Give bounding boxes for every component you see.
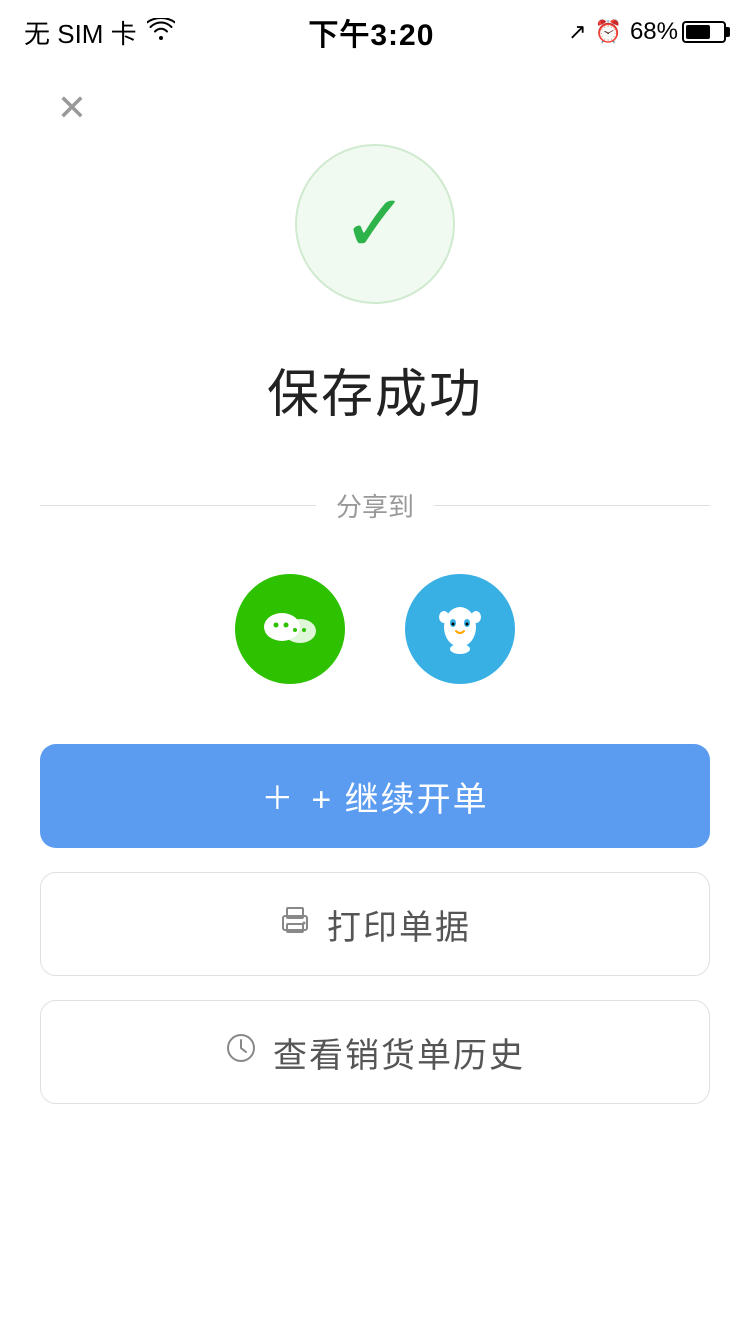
history-label: 查看销货单历史 [273, 1028, 525, 1077]
close-icon: ✕ [57, 87, 87, 129]
action-buttons: ＋ + 继续开单 打印单据 查看销货单历 [0, 744, 750, 1104]
battery-fill [686, 25, 710, 39]
battery-container: 68% [630, 18, 726, 46]
battery-icon [682, 21, 726, 43]
status-time: 下午3:20 [308, 10, 434, 54]
qq-share-button[interactable] [405, 574, 515, 684]
wifi-icon [147, 18, 175, 47]
wechat-icon [258, 597, 323, 662]
checkmark-icon: ✓ [341, 184, 408, 264]
status-right: ↗ ⏰ 68% [568, 18, 726, 46]
close-button[interactable]: ✕ [44, 80, 100, 136]
carrier-label: 无 SIM 卡 [24, 14, 137, 51]
success-icon-circle: ✓ [295, 144, 455, 304]
qq-icon [428, 597, 493, 662]
print-button[interactable]: 打印单据 [40, 872, 710, 976]
print-label: 打印单据 [327, 900, 471, 949]
continue-order-button[interactable]: ＋ + 继续开单 [40, 744, 710, 848]
status-left: 无 SIM 卡 [24, 14, 175, 51]
location-icon: ↗ [568, 19, 586, 45]
divider-right [434, 505, 710, 506]
printer-icon [279, 906, 311, 942]
status-bar: 无 SIM 卡 下午3:20 ↗ ⏰ 68% [0, 0, 750, 64]
success-title: 保存成功 [267, 352, 483, 427]
plus-icon: ＋ [261, 773, 295, 819]
share-section: 分享到 [0, 487, 750, 684]
clock-icon [225, 1032, 257, 1073]
share-divider-row: 分享到 [40, 487, 710, 524]
main-content: ✓ 保存成功 分享到 [0, 64, 750, 1104]
divider-left [40, 505, 316, 506]
alarm-icon: ⏰ [595, 19, 622, 45]
wechat-share-button[interactable] [235, 574, 345, 684]
share-icons-row [40, 574, 710, 684]
share-label: 分享到 [336, 487, 414, 524]
view-history-button[interactable]: 查看销货单历史 [40, 1000, 710, 1104]
continue-order-label: + 继续开单 [311, 772, 488, 821]
battery-percent: 68% [630, 18, 678, 46]
